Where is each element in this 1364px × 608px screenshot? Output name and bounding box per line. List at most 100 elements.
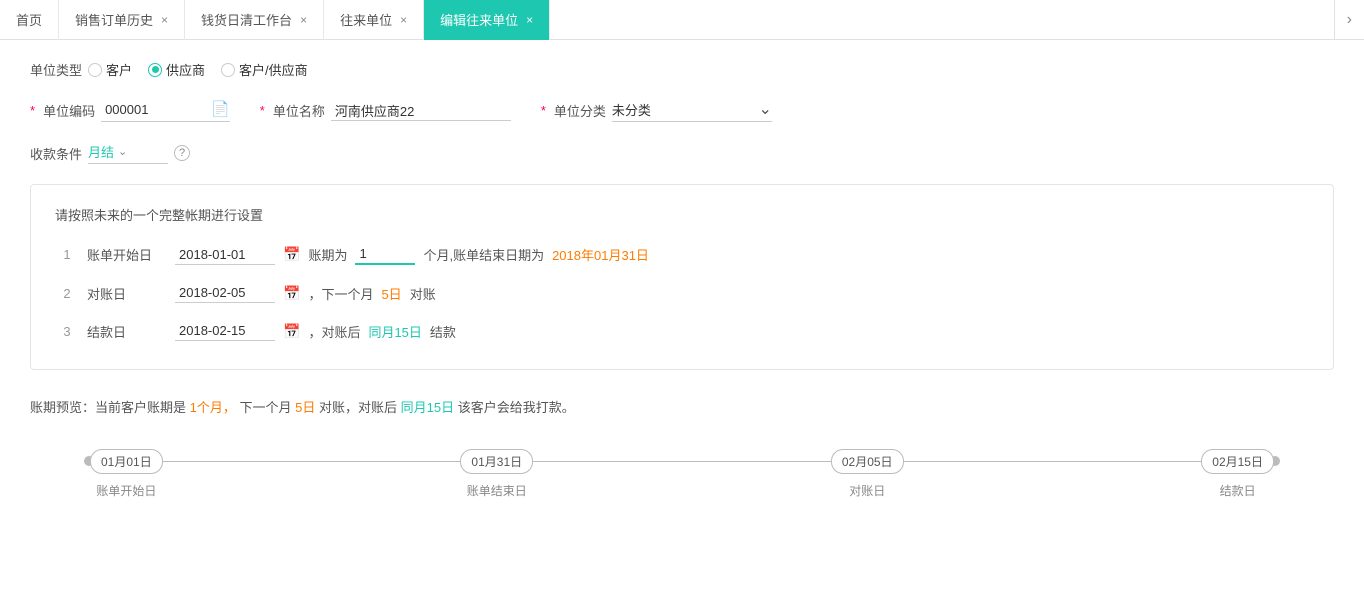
preview-section: 账期预览：当前客户账期是 1个月， 下一个月 5日 对账，对账后 同月15日 该… (30, 386, 1334, 549)
unit-type-row: 单位类型 客户 供应商 客户/供应商 (30, 60, 1334, 79)
preview-text: 账期预览：当前客户账期是 1个月， 下一个月 5日 对账，对账后 同月15日 该… (30, 396, 1334, 419)
preview-reconcile-text1: 下一个月 (240, 400, 292, 415)
unit-category-select[interactable]: 未分类 ⌄ (612, 99, 772, 122)
period-row-3: 3 结款日 📅 ，对账后 同月15日 结款 (55, 321, 1309, 341)
unit-category-label: 单位分类 (554, 101, 606, 120)
close-partner[interactable]: × (400, 13, 407, 27)
period-section: 请按照未来的一个完整帐期进行设置 1 账单开始日 📅 账期为 个月,账单结束日期… (30, 184, 1334, 370)
payment-terms-row: 收款条件 月结 ⌄ ? (30, 142, 1334, 164)
unit-code-required: * (30, 103, 35, 118)
tab-home[interactable]: 首页 (0, 0, 59, 40)
timeline-node-4: 02月15日 结款日 (1201, 449, 1274, 499)
unit-type-group: 单位类型 客户 供应商 客户/供应商 (30, 60, 308, 79)
radio-both-circle (221, 63, 235, 77)
row1-suffix-before: 账期为 (308, 245, 347, 264)
payment-terms-group: 收款条件 月结 ⌄ ? (30, 142, 190, 164)
row3-label: 结款日 (87, 322, 167, 341)
timeline-node-2-date: 01月31日 (460, 449, 533, 474)
close-cash-work[interactable]: × (300, 13, 307, 27)
timeline-node-1-date: 01月01日 (90, 449, 163, 474)
unit-type-label: 单位类型 (30, 60, 82, 79)
preview-reconcile-day: 5日 (295, 400, 315, 415)
timeline-node-4-label: 结款日 (1220, 482, 1256, 499)
timeline: 01月01日 账单开始日 01月31日 账单结束日 02月05日 对账日 02月… (50, 439, 1314, 539)
row3-date-input[interactable] (175, 321, 275, 341)
tab-cash-work-label: 钱货日清工作台 (201, 10, 292, 29)
tab-partner-label: 往来单位 (340, 10, 392, 29)
row2-day-highlight: 5日 (381, 284, 401, 303)
radio-customer[interactable]: 客户 (88, 60, 132, 79)
row1-months-input[interactable] (355, 244, 415, 265)
unit-info-row: * 单位编码 📄 * 单位名称 * 单位分类 未分类 ⌄ (30, 99, 1334, 122)
row1-date-input[interactable] (175, 245, 275, 265)
section-instruction: 请按照未来的一个完整帐期进行设置 (55, 205, 1309, 224)
tab-more-button[interactable]: › (1334, 0, 1364, 40)
row1-end-date: 2018年01月31日 (552, 245, 649, 264)
category-arrow-icon: ⌄ (759, 99, 772, 119)
radio-both-label: 客户/供应商 (239, 60, 308, 79)
tab-partner[interactable]: 往来单位 × (324, 0, 424, 40)
row3-day-highlight: 同月15日 (368, 322, 421, 341)
timeline-node-2-label: 账单结束日 (467, 482, 527, 499)
payment-terms-arrow-icon: ⌄ (118, 145, 127, 158)
timeline-node-3: 02月05日 对账日 (831, 449, 904, 499)
tab-sales-history[interactable]: 销售订单历史 × (59, 0, 185, 40)
unit-category-group: * 单位分类 未分类 ⌄ (541, 99, 772, 122)
close-edit-partner[interactable]: × (526, 13, 533, 27)
row1-cal-icon[interactable]: 📅 (283, 246, 300, 263)
unit-name-input[interactable] (331, 101, 511, 121)
unit-name-required: * (260, 103, 265, 118)
preview-tail: 该客户会给我打款。 (458, 400, 575, 415)
period-row-2: 2 对账日 📅 ，下一个月 5日 对账 (55, 283, 1309, 303)
tab-home-label: 首页 (16, 10, 42, 29)
tab-cash-work[interactable]: 钱货日清工作台 × (185, 0, 324, 40)
tab-sales-history-label: 销售订单历史 (75, 10, 153, 29)
row2-date-input[interactable] (175, 283, 275, 303)
timeline-node-2: 01月31日 账单结束日 (460, 449, 533, 499)
row2-label: 对账日 (87, 284, 167, 303)
preview-reconcile-text2: 对账，对账后 (319, 400, 397, 415)
payment-terms-select[interactable]: 月结 ⌄ (88, 142, 168, 164)
unit-code-label: 单位编码 (43, 101, 95, 120)
tab-edit-partner[interactable]: 编辑往来单位 × (424, 0, 550, 40)
unit-category-value: 未分类 (612, 100, 759, 119)
unit-code-group: * 单位编码 📄 (30, 100, 230, 122)
timeline-node-4-date: 02月15日 (1201, 449, 1274, 474)
unit-name-group: * 单位名称 (260, 101, 511, 121)
radio-both[interactable]: 客户/供应商 (221, 60, 308, 79)
radio-customer-label: 客户 (106, 60, 132, 79)
period-row-1: 1 账单开始日 📅 账期为 个月,账单结束日期为 2018年01月31日 (55, 244, 1309, 265)
timeline-node-3-label: 对账日 (849, 482, 885, 499)
row3-num: 3 (55, 324, 79, 339)
tabs-bar: 首页 销售订单历史 × 钱货日清工作台 × 往来单位 × 编辑往来单位 × › (0, 0, 1364, 40)
unit-name-label: 单位名称 (273, 101, 325, 120)
timeline-node-3-date: 02月05日 (831, 449, 904, 474)
preview-label: 账期预览：当前客户账期是 (30, 400, 186, 415)
unit-type-radio-group: 客户 供应商 客户/供应商 (88, 60, 308, 79)
row1-num: 1 (55, 247, 79, 262)
close-sales-history[interactable]: × (161, 13, 168, 27)
unit-code-icon[interactable]: 📄 (211, 100, 230, 118)
tab-edit-partner-label: 编辑往来单位 (440, 10, 518, 29)
radio-customer-circle (88, 63, 102, 77)
timeline-node-1-label: 账单开始日 (96, 482, 156, 499)
row2-num: 2 (55, 286, 79, 301)
unit-code-input[interactable] (101, 100, 211, 119)
row1-label: 账单开始日 (87, 245, 167, 264)
radio-supplier-label: 供应商 (166, 60, 205, 79)
payment-terms-label: 收款条件 (30, 144, 82, 163)
row2-text1: ，下一个月 (308, 284, 373, 303)
main-content: 单位类型 客户 供应商 客户/供应商 * 单位编码 (0, 40, 1364, 608)
preview-payment-day: 同月15日 (401, 400, 454, 415)
timeline-nodes: 01月01日 账单开始日 01月31日 账单结束日 02月05日 对账日 02月… (50, 449, 1314, 499)
row3-text2: 结款 (430, 322, 456, 341)
payment-terms-value: 月结 (88, 142, 114, 161)
row1-suffix-after: 个月,账单结束日期为 (423, 245, 544, 264)
radio-supplier[interactable]: 供应商 (148, 60, 205, 79)
row3-cal-icon[interactable]: 📅 (283, 323, 300, 340)
row2-cal-icon[interactable]: 📅 (283, 285, 300, 302)
row2-text2: 对账 (410, 284, 436, 303)
timeline-node-1: 01月01日 账单开始日 (90, 449, 163, 499)
unit-code-wrapper: 📄 (101, 100, 230, 122)
help-icon[interactable]: ? (174, 145, 190, 161)
